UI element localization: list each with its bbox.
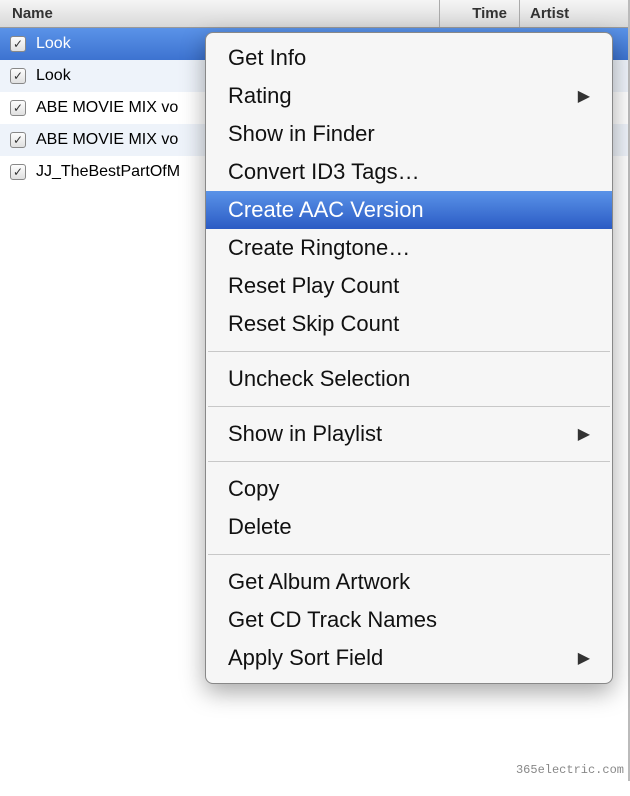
menu-label: Create Ringtone… [228,235,410,261]
menu-get-album-artwork[interactable]: Get Album Artwork [206,563,612,601]
menu-label: Copy [228,476,279,502]
menu-show-in-playlist[interactable]: Show in Playlist ▶ [206,415,612,453]
track-name: ABE MOVIE MIX vo [36,99,178,117]
menu-label: Get Info [228,45,306,71]
menu-label: Uncheck Selection [228,366,410,392]
track-name: ABE MOVIE MIX vo [36,131,178,149]
menu-label: Show in Playlist [228,421,382,447]
menu-separator [208,554,610,555]
checkbox-icon[interactable]: ✓ [10,164,26,180]
menu-uncheck-selection[interactable]: Uncheck Selection [206,360,612,398]
watermark: 365electric.com [516,763,624,777]
menu-create-aac[interactable]: Create AAC Version [206,191,612,229]
chevron-right-icon: ▶ [578,424,590,444]
checkbox-icon[interactable]: ✓ [10,36,26,52]
menu-separator [208,351,610,352]
menu-label: Convert ID3 Tags… [228,159,420,185]
menu-convert-id3[interactable]: Convert ID3 Tags… [206,153,612,191]
column-header-time[interactable]: Time [440,0,520,27]
menu-label: Show in Finder [228,121,375,147]
menu-show-in-finder[interactable]: Show in Finder [206,115,612,153]
context-menu: Get Info Rating ▶ Show in Finder Convert… [205,32,613,684]
menu-label: Get Album Artwork [228,569,410,595]
menu-label: Reset Play Count [228,273,399,299]
chevron-right-icon: ▶ [578,648,590,668]
menu-label: Apply Sort Field [228,645,383,671]
menu-rating[interactable]: Rating ▶ [206,77,612,115]
menu-get-info[interactable]: Get Info [206,39,612,77]
menu-label: Get CD Track Names [228,607,437,633]
checkbox-icon[interactable]: ✓ [10,100,26,116]
table-header: Name Time Artist [0,0,630,28]
menu-label: Reset Skip Count [228,311,399,337]
chevron-right-icon: ▶ [578,86,590,106]
menu-copy[interactable]: Copy [206,470,612,508]
menu-apply-sort-field[interactable]: Apply Sort Field ▶ [206,639,612,677]
menu-delete[interactable]: Delete [206,508,612,546]
track-name: JJ_TheBestPartOfM [36,163,180,181]
checkbox-icon[interactable]: ✓ [10,132,26,148]
menu-separator [208,406,610,407]
menu-label: Delete [228,514,292,540]
menu-reset-skip-count[interactable]: Reset Skip Count [206,305,612,343]
menu-reset-play-count[interactable]: Reset Play Count [206,267,612,305]
menu-separator [208,461,610,462]
menu-create-ringtone[interactable]: Create Ringtone… [206,229,612,267]
track-name: Look [36,35,71,53]
track-name: Look [36,67,71,85]
checkbox-icon[interactable]: ✓ [10,68,26,84]
column-header-artist[interactable]: Artist [520,0,630,27]
menu-label: Create AAC Version [228,197,424,223]
menu-get-cd-track-names[interactable]: Get CD Track Names [206,601,612,639]
column-header-name[interactable]: Name [0,0,440,27]
menu-label: Rating [228,83,292,109]
